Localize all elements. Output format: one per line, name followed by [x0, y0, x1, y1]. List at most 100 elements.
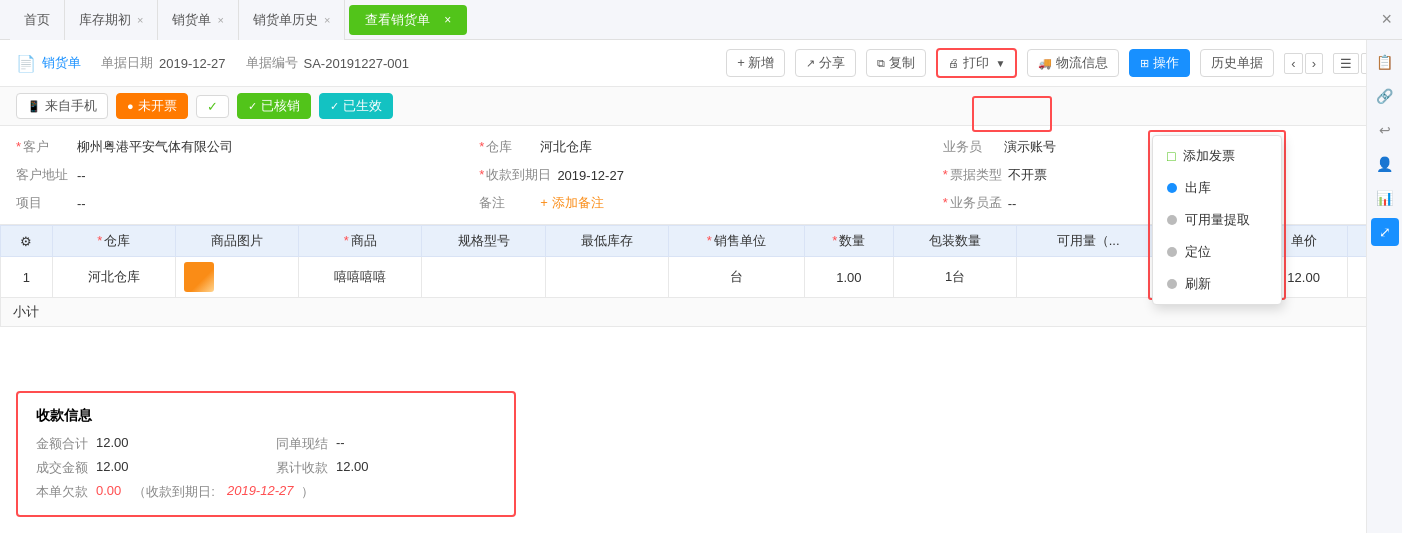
tab-view-sales-close[interactable]: × [444, 13, 451, 27]
col-unit: 销售单位 [668, 226, 804, 257]
check-button[interactable]: ✓ [196, 95, 229, 118]
doc-date-section: 单据日期 2019-12-27 [101, 54, 226, 72]
tab-view-sales[interactable]: 查看销货单 × [349, 5, 467, 35]
from-phone-label: 来自手机 [45, 97, 97, 115]
new-button[interactable]: + 新增 [726, 49, 785, 77]
dropdown-available-extract[interactable]: 可用量提取 [1153, 204, 1281, 236]
effective-button[interactable]: ✓ 已生效 [319, 93, 393, 119]
note-label: 备注 [479, 194, 534, 212]
checked-cancel-button[interactable]: ✓ 已核销 [237, 93, 311, 119]
tab-inventory-close[interactable]: × [137, 14, 143, 26]
due-date-label: 收款到期日 [479, 166, 551, 184]
toolbar-row: 📱 来自手机 ● 未开票 ✓ ✓ 已核销 ✓ 已生效 [0, 87, 1402, 126]
tab-sales[interactable]: 销货单 × [158, 0, 238, 40]
list-view-button[interactable]: ☰ [1333, 53, 1359, 74]
sidebar-clipboard-icon[interactable]: 📋 [1371, 48, 1399, 76]
clerk2-value: -- [1008, 196, 1017, 211]
dropdown-out-warehouse-label: 出库 [1185, 179, 1211, 197]
sidebar-return-icon[interactable]: ↩ [1371, 116, 1399, 144]
owed-label: 本单欠款 [36, 483, 88, 501]
tab-inventory-label: 库存期初 [79, 11, 131, 29]
logistics-button[interactable]: 🚚 物流信息 [1027, 49, 1119, 77]
effective-label: 已生效 [343, 97, 382, 115]
row-seq: 1 [1, 257, 53, 298]
share-button[interactable]: ↗ 分享 [795, 49, 856, 77]
same-order-value: -- [336, 435, 345, 453]
new-button-label: + 新增 [737, 54, 774, 72]
print-button[interactable]: 🖨 打印 ▼ [936, 48, 1017, 78]
payment-total-value: 12.00 [96, 435, 129, 453]
address-field: 客户地址 -- [16, 166, 459, 184]
tab-home[interactable]: 首页 [10, 0, 65, 40]
doc-date-value: 2019-12-27 [159, 56, 226, 71]
dropdown-available-extract-label: 可用量提取 [1185, 211, 1250, 229]
tab-sales-label: 销货单 [172, 11, 211, 29]
col-warehouse: 仓库 [52, 226, 175, 257]
operate-button-label: 操作 [1153, 54, 1179, 72]
tab-inventory[interactable]: 库存期初 × [65, 0, 158, 40]
dropdown-out-dot [1167, 183, 1177, 193]
print-button-label: 打印 [963, 54, 989, 72]
sidebar-user-icon[interactable]: 👤 [1371, 150, 1399, 178]
main-content: 📄 销货单 单据日期 2019-12-27 单据编号 SA-20191227-0… [0, 40, 1402, 533]
clerk-label: 业务员 [943, 138, 998, 156]
from-phone-button[interactable]: 📱 来自手机 [16, 93, 108, 119]
project-value: -- [77, 196, 86, 211]
right-sidebar: 📋 🔗 ↩ 👤 📊 ⤢ [1366, 40, 1402, 533]
warehouse-value: 河北仓库 [540, 138, 592, 156]
payment-total-row: 金额合计 12.00 [36, 435, 256, 453]
owed-date: 2019-12-27 [227, 483, 294, 501]
sidebar-link-icon[interactable]: 🔗 [1371, 82, 1399, 110]
next-button[interactable]: › [1305, 53, 1323, 74]
cumulative-label: 累计收款 [276, 459, 328, 477]
dropdown-refresh-label: 刷新 [1185, 275, 1211, 293]
row-available [1017, 257, 1160, 298]
sidebar-expand-icon[interactable]: ⤢ [1371, 218, 1399, 246]
history-button[interactable]: 历史单据 [1200, 49, 1274, 77]
transaction-label: 成交金额 [36, 459, 88, 477]
row-img [176, 257, 299, 298]
doc-title-section: 📄 销货单 [16, 54, 81, 73]
row-unit: 台 [668, 257, 804, 298]
doc-no-label: 单据编号 [246, 54, 298, 72]
sidebar-chart-icon[interactable]: 📊 [1371, 184, 1399, 212]
product-image [184, 262, 214, 292]
col-spec: 规格型号 [422, 226, 545, 257]
dropdown-add-invoice[interactable]: □ 添加发票 [1153, 140, 1281, 172]
dropdown-refresh[interactable]: 刷新 [1153, 268, 1281, 300]
copy-button[interactable]: ⧉ 复制 [866, 49, 926, 77]
row-product: 嘻嘻嘻嘻 [299, 257, 422, 298]
tab-sales-history-close[interactable]: × [324, 14, 330, 26]
window-close-button[interactable]: × [1381, 9, 1392, 30]
add-note-button[interactable]: + 添加备注 [540, 194, 603, 212]
address-value: -- [77, 168, 86, 183]
due-date-value: 2019-12-27 [557, 168, 624, 183]
project-label: 项目 [16, 194, 71, 212]
tab-sales-history[interactable]: 销货单历史 × [239, 0, 345, 40]
doc-header: 📄 销货单 单据日期 2019-12-27 单据编号 SA-20191227-0… [0, 40, 1402, 87]
col-gear[interactable]: ⚙ [1, 226, 53, 257]
customer-value: 柳州粤港平安气体有限公司 [77, 138, 233, 156]
tab-sales-close[interactable]: × [217, 14, 223, 26]
tab-bar: 首页 库存期初 × 销货单 × 销货单历史 × 查看销货单 × × [0, 0, 1402, 40]
col-min-stock: 最低库存 [545, 226, 668, 257]
doc-actions: + 新增 ↗ 分享 ⧉ 复制 🖨 打印 ▼ 🚚 物流信息 ⊞ 操作 [726, 48, 1386, 78]
dropdown-add-invoice-label: 添加发票 [1183, 147, 1235, 165]
payment-total-label: 金额合计 [36, 435, 88, 453]
doc-no-value: SA-20191227-001 [304, 56, 410, 71]
col-product: 商品 [299, 226, 422, 257]
due-date-field: 收款到期日 2019-12-27 [479, 166, 922, 184]
dropdown-locate[interactable]: 定位 [1153, 236, 1281, 268]
not-opened-button[interactable]: ● 未开票 [116, 93, 188, 119]
col-img: 商品图片 [176, 226, 299, 257]
dropdown-menu: □ 添加发票 出库 可用量提取 定位 刷新 [1152, 135, 1282, 305]
ticket-label: 票据类型 [943, 166, 1002, 184]
prev-button[interactable]: ‹ [1284, 53, 1302, 74]
project-field: 项目 -- [16, 194, 459, 212]
not-opened-label: 未开票 [138, 97, 177, 115]
cumulative-row: 累计收款 12.00 [276, 459, 496, 477]
dropdown-out-warehouse[interactable]: 出库 [1153, 172, 1281, 204]
payment-info-box: 收款信息 金额合计 12.00 同单现结 -- 成交金额 12.00 累计收款 … [16, 391, 516, 517]
logistics-button-label: 物流信息 [1056, 54, 1108, 72]
operate-button[interactable]: ⊞ 操作 [1129, 49, 1190, 77]
